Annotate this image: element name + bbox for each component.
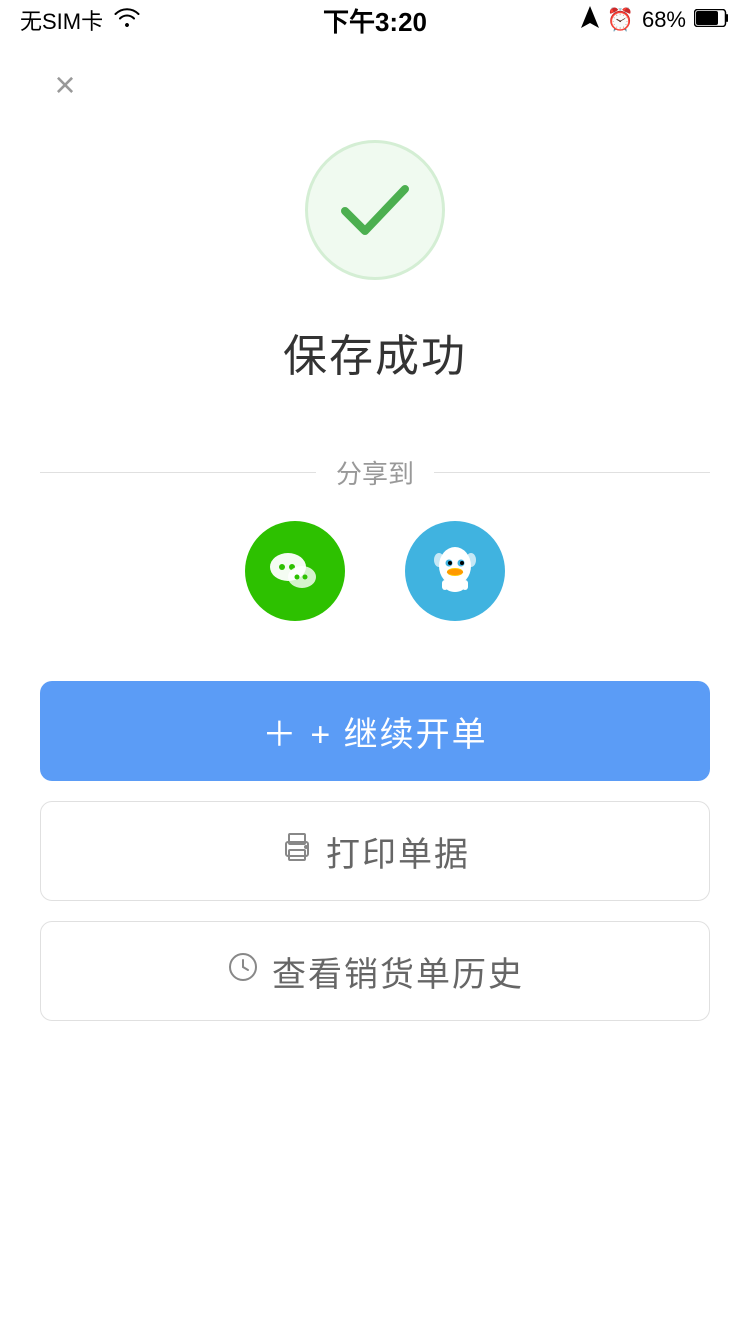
continue-label: + 继续开单 [310,707,487,756]
success-section: 保存成功 [283,140,467,384]
plus-icon: ＋ [262,707,298,756]
status-right: ⏰ 68% [581,6,730,34]
qq-icon [426,542,484,600]
success-circle [305,140,445,280]
print-button[interactable]: 打印单据 [40,801,710,901]
status-time: 下午3:20 [323,2,427,39]
share-label: 分享到 [336,454,414,491]
action-buttons: ＋ + 继续开单 打印单据 查看销货单历史 [40,681,710,1021]
close-icon: × [54,64,75,106]
print-label: 打印单据 [326,827,470,876]
wechat-icon [266,542,324,600]
alarm-icon: ⏰ [607,7,634,33]
checkmark-icon [339,183,411,237]
close-button[interactable]: × [40,60,90,110]
qq-share-button[interactable] [405,521,505,621]
wechat-share-button[interactable] [245,521,345,621]
continue-button[interactable]: ＋ + 继续开单 [40,681,710,781]
print-icon [280,830,314,873]
main-content: × 保存成功 分享到 [0,40,750,1334]
history-icon [226,950,260,993]
history-label: 查看销货单历史 [272,947,524,996]
history-button[interactable]: 查看销货单历史 [40,921,710,1021]
battery-label: 68% [642,7,686,33]
wifi-icon [113,6,141,34]
share-icons [245,521,505,621]
carrier-label: 无SIM卡 [20,4,103,36]
divider-left [40,472,316,473]
status-bar: 无SIM卡 下午3:20 ⏰ 68% [0,0,750,40]
divider-right [434,472,710,473]
status-left: 无SIM卡 [20,4,141,36]
battery-icon [694,7,730,33]
success-title: 保存成功 [283,320,467,384]
share-divider: 分享到 [40,454,710,491]
location-icon [581,6,599,34]
